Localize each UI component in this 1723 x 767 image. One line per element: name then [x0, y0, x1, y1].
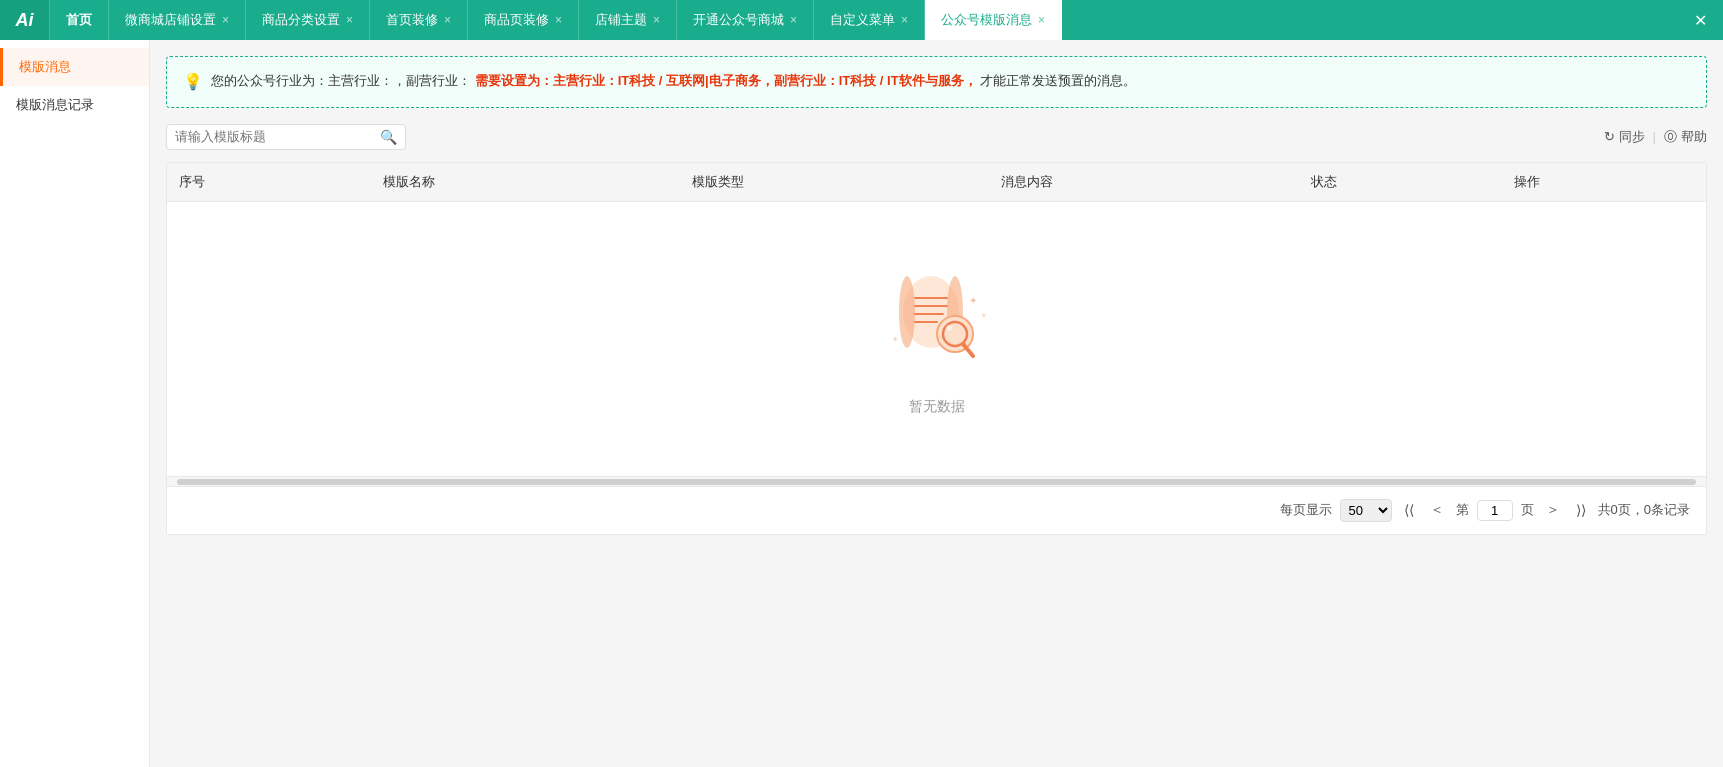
tab-label-shop-theme: 店铺主题 [595, 11, 647, 29]
page-input[interactable] [1477, 500, 1513, 521]
tab-label-custom-menu: 自定义菜单 [830, 11, 895, 29]
per-page-label: 每页显示 [1280, 501, 1332, 519]
tab-label-product-decor: 商品页装修 [484, 11, 549, 29]
help-button[interactable]: ⓪ 帮助 [1664, 128, 1707, 146]
global-close-button[interactable]: ✕ [1678, 11, 1723, 30]
tab-close-wechat-shop[interactable]: × [222, 13, 229, 27]
alert-suffix: 才能正常发送预置的消息。 [980, 73, 1136, 88]
divider: | [1653, 129, 1656, 144]
sidebar-item-template-record[interactable]: 模版消息记录 [0, 86, 149, 124]
tab-shop-theme[interactable]: 店铺主题 × [579, 0, 677, 40]
svg-point-10 [946, 325, 952, 331]
page-suffix: 页 [1521, 501, 1534, 519]
tab-open-mall[interactable]: 开通公众号商城 × [677, 0, 814, 40]
first-page-button[interactable]: ⟨⟨ [1400, 500, 1418, 520]
svg-text:✦: ✦ [892, 335, 899, 344]
svg-text:✦: ✦ [969, 295, 977, 306]
tab-close-product-decor[interactable]: × [555, 13, 562, 27]
table-wrapper: 序号模版名称模版类型消息内容状态操作 [166, 162, 1707, 535]
tab-custom-menu[interactable]: 自定义菜单 × [814, 0, 925, 40]
svg-text:✦: ✦ [981, 312, 987, 319]
alert-text: 您的公众号行业为：主营行业：，副营行业： 需要设置为：主营行业：IT科技 / 互… [211, 71, 1136, 92]
tab-label-category: 商品分类设置 [262, 11, 340, 29]
svg-point-1 [899, 276, 915, 348]
col-header-action: 操作 [1502, 163, 1706, 202]
sync-icon: ↻ [1604, 129, 1615, 144]
data-table: 序号模版名称模版类型消息内容状态操作 [167, 163, 1706, 476]
tab-close-homepage-decor[interactable]: × [444, 13, 451, 27]
tab-template-msg[interactable]: 公众号模版消息 × [925, 0, 1062, 40]
alert-banner: 💡 您的公众号行业为：主营行业：，副营行业： 需要设置为：主营行业：IT科技 /… [166, 56, 1707, 108]
tab-wechat-shop[interactable]: 微商城店铺设置 × [109, 0, 246, 40]
per-page-select[interactable]: 102050100 [1340, 499, 1392, 522]
next-page-button[interactable]: ＞ [1542, 499, 1564, 521]
tab-close-open-mall[interactable]: × [790, 13, 797, 27]
tab-home[interactable]: 首页 [50, 0, 109, 40]
col-header-status: 状态 [1299, 163, 1503, 202]
page-label: 第 [1456, 501, 1469, 519]
empty-text: 暂无数据 [909, 398, 965, 416]
tab-product-decor[interactable]: 商品页装修 × [468, 0, 579, 40]
last-page-button[interactable]: ⟩⟩ [1572, 500, 1590, 520]
alert-highlight: 需要设置为：主营行业：IT科技 / 互联网|电子商务，副营行业：IT科技 / I… [475, 73, 977, 88]
tab-category[interactable]: 商品分类设置 × [246, 0, 370, 40]
tab-homepage-decor[interactable]: 首页装修 × [370, 0, 468, 40]
sidebar-item-template-message[interactable]: 模版消息 [0, 48, 149, 86]
tab-label-template-msg: 公众号模版消息 [941, 11, 1032, 29]
tab-label-home: 首页 [66, 11, 92, 29]
tab-label-open-mall: 开通公众号商城 [693, 11, 784, 29]
tab-label-wechat-shop: 微商城店铺设置 [125, 11, 216, 29]
empty-illustration: ✦ ✦ ✦ [877, 262, 997, 382]
prev-page-button[interactable]: ＜ [1426, 499, 1448, 521]
col-header-name: 模版名称 [371, 163, 680, 202]
help-icon: ⓪ [1664, 128, 1677, 146]
app-logo: Ai [0, 0, 50, 40]
search-bar: 🔍 ↻ 同步 | ⓪ 帮助 [166, 124, 1707, 150]
table-header: 序号模版名称模版类型消息内容状态操作 [167, 163, 1706, 202]
bulb-icon: 💡 [183, 69, 203, 95]
tab-close-category[interactable]: × [346, 13, 353, 27]
pagination: 每页显示 102050100 ⟨⟨ ＜ 第 页 ＞ ⟩⟩ 共0页，0条记录 [167, 486, 1706, 534]
tab-label-homepage-decor: 首页装修 [386, 11, 438, 29]
main-content: 💡 您的公众号行业为：主营行业：，副营行业： 需要设置为：主营行业：IT科技 /… [150, 40, 1723, 767]
search-icon[interactable]: 🔍 [380, 129, 397, 145]
sync-label: 同步 [1619, 128, 1645, 146]
search-actions: ↻ 同步 | ⓪ 帮助 [1604, 128, 1707, 146]
tab-close-custom-menu[interactable]: × [901, 13, 908, 27]
alert-prefix: 您的公众号行业为：主营行业：，副营行业： [211, 73, 471, 88]
sidebar: 模版消息模版消息记录 [0, 40, 150, 767]
empty-state: ✦ ✦ ✦ 暂无数据 [167, 202, 1706, 476]
tab-close-template-msg[interactable]: × [1038, 13, 1045, 27]
top-nav: Ai 首页微商城店铺设置×商品分类设置×首页装修×商品页装修×店铺主题×开通公众… [0, 0, 1723, 40]
search-input[interactable] [175, 129, 380, 144]
col-header-type: 模版类型 [680, 163, 989, 202]
horizontal-scrollbar[interactable] [167, 476, 1706, 486]
pagination-total: 共0页，0条记录 [1598, 501, 1690, 519]
layout: 模版消息模版消息记录 💡 您的公众号行业为：主营行业：，副营行业： 需要设置为：… [0, 40, 1723, 767]
tab-close-shop-theme[interactable]: × [653, 13, 660, 27]
col-header-seq: 序号 [167, 163, 371, 202]
sync-button[interactable]: ↻ 同步 [1604, 128, 1645, 146]
col-header-content: 消息内容 [989, 163, 1298, 202]
scrollbar-thumb[interactable] [177, 479, 1696, 485]
search-input-wrapper: 🔍 [166, 124, 406, 150]
help-label: 帮助 [1681, 128, 1707, 146]
